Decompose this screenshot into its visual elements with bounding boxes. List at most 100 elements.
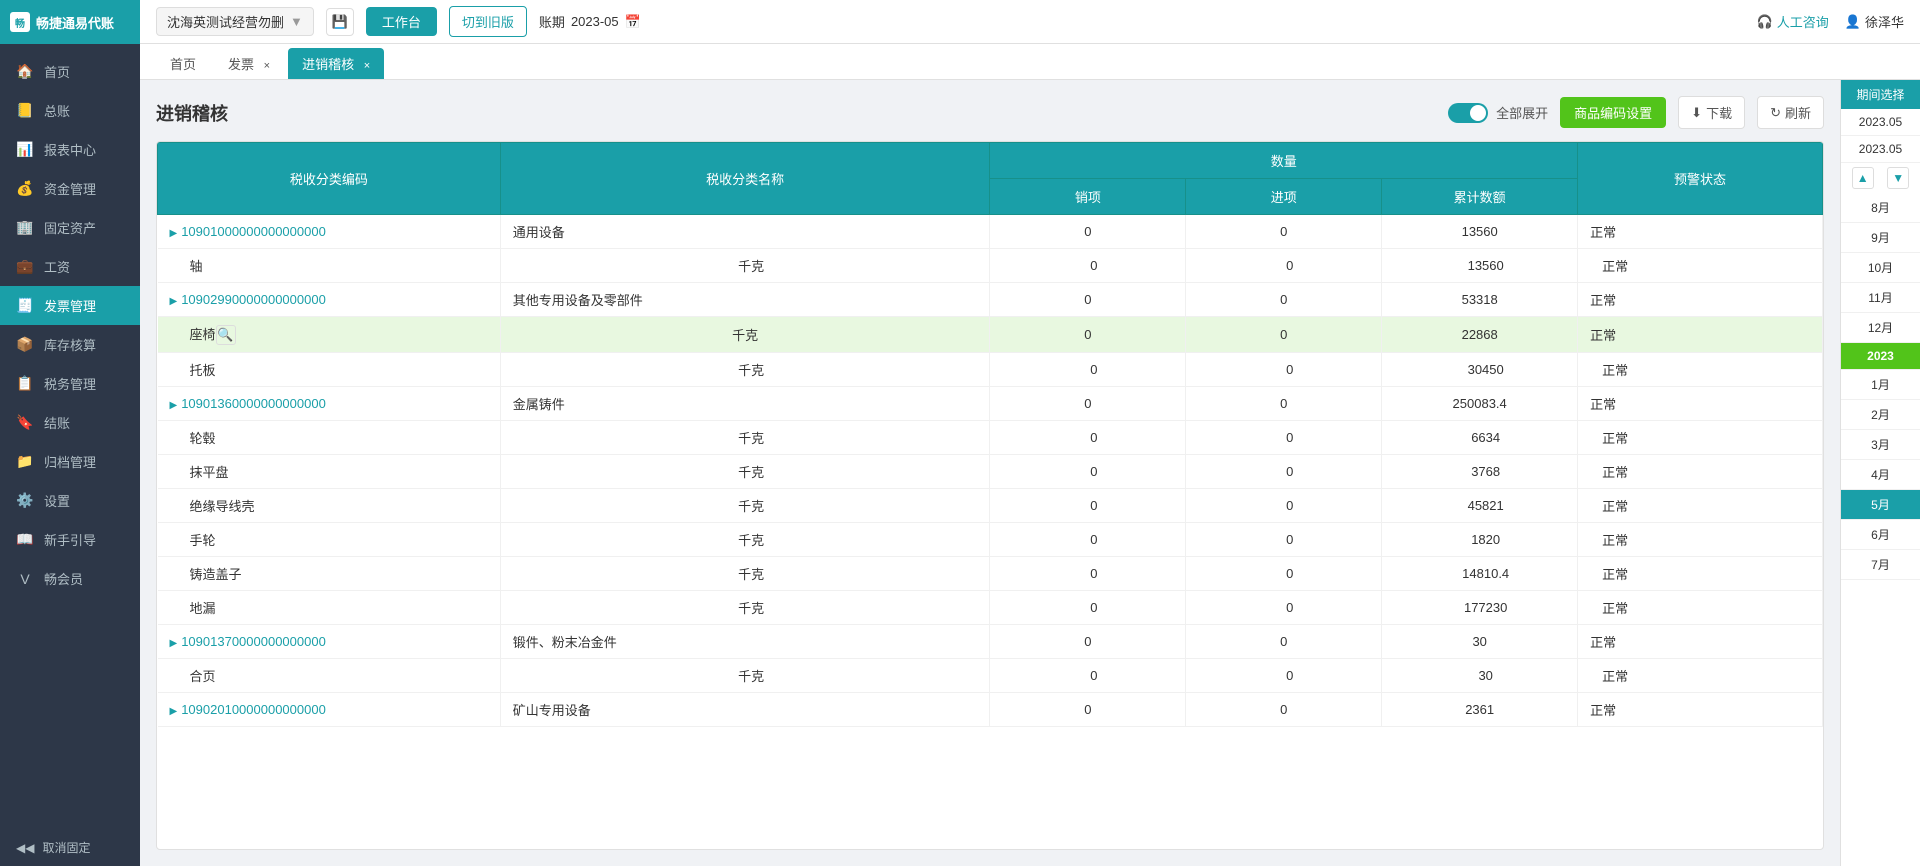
tab-reconciliation-label: 进销稽核 — [302, 57, 354, 72]
period-item-4[interactable]: 4月 — [1841, 460, 1920, 490]
period-nav: ▲ ▼ — [1841, 163, 1920, 193]
toggle-switch[interactable] — [1448, 103, 1488, 123]
sidebar-item-settle[interactable]: 🔖 结账 — [0, 403, 140, 442]
sidebar-nav: 🏠 首页 📒 总账 📊 报表中心 💰 资金管理 🏢 固定资产 💼 工资 🧾 发票… — [0, 44, 140, 829]
sidebar-item-label: 新手引导 — [44, 530, 96, 549]
row-sales: 0 — [990, 625, 1186, 659]
unpin-label: 取消固定 — [42, 839, 90, 856]
sidebar-item-capital[interactable]: 💰 资金管理 — [0, 169, 140, 208]
row-sales: 0 — [990, 489, 1186, 523]
table-row: 座椅🔍 千克 0 0 22868 正常 — [158, 317, 1823, 353]
logo-text: 畅捷通易代账 — [36, 13, 114, 32]
save-button[interactable]: 💾 — [326, 8, 354, 36]
sidebar-item-reports[interactable]: 📊 报表中心 — [0, 130, 140, 169]
sidebar-item-fixed-assets[interactable]: 🏢 固定资产 — [0, 208, 140, 247]
row-cumulative: 30 — [1382, 659, 1578, 693]
sidebar-item-guide[interactable]: 📖 新手引导 — [0, 520, 140, 559]
sidebar-item-tax[interactable]: 📋 税务管理 — [0, 364, 140, 403]
period-item-3[interactable]: 3月 — [1841, 430, 1920, 460]
period-item-year-2023[interactable]: 2023 — [1841, 343, 1920, 370]
period-item-2023-05-bot[interactable]: 2023.05 — [1841, 136, 1920, 163]
tab-reconciliation-close[interactable]: × — [364, 60, 370, 72]
company-selector[interactable]: 沈海英测试经营勿删 ▼ — [156, 7, 314, 36]
data-table-container: 税收分类编码 税收分类名称 数量 预警状态 销项 进项 累计数额 — [156, 141, 1824, 850]
save-icon: 💾 — [332, 14, 348, 30]
sidebar-item-settings[interactable]: ⚙️ 设置 — [0, 481, 140, 520]
period-item-9[interactable]: 9月 — [1841, 223, 1920, 253]
expand-icon[interactable]: ▶ — [170, 638, 178, 649]
sidebar-item-archive[interactable]: 📁 归档管理 — [0, 442, 140, 481]
period-item-11[interactable]: 11月 — [1841, 283, 1920, 313]
row-warning: 正常 — [1578, 489, 1823, 523]
product-code-btn[interactable]: 商品编码设置 — [1560, 97, 1666, 128]
period-down-btn[interactable]: ▼ — [1887, 167, 1909, 189]
tab-home[interactable]: 首页 — [156, 48, 210, 79]
period-label: 账期 — [539, 12, 565, 31]
row-unit: 千克 — [500, 523, 990, 557]
expand-icon[interactable]: ▶ — [170, 400, 178, 411]
period-item-2[interactable]: 2月 — [1841, 400, 1920, 430]
period-item-12[interactable]: 12月 — [1841, 313, 1920, 343]
download-btn[interactable]: ⬇ 下载 — [1678, 96, 1745, 129]
period-item-1[interactable]: 1月 — [1841, 370, 1920, 400]
row-cumulative: 45821 — [1382, 489, 1578, 523]
period-panel-header[interactable]: 期间选择 — [1841, 80, 1920, 109]
sidebar-item-vip[interactable]: V 畅会员 — [0, 559, 140, 598]
row-purchase: 0 — [1186, 659, 1382, 693]
row-purchase: 0 — [1186, 455, 1382, 489]
row-code: ▶10902010000000000000 — [158, 693, 501, 727]
refresh-btn[interactable]: ↻ 刷新 — [1757, 96, 1824, 129]
sidebar-item-label: 结账 — [44, 413, 70, 432]
th-quantity: 数量 — [990, 143, 1578, 179]
sidebar-unpin[interactable]: ◀◀ 取消固定 — [0, 829, 140, 866]
row-code: ▶10902990000000000000 — [158, 283, 501, 317]
period-item-8[interactable]: 8月 — [1841, 193, 1920, 223]
unpin-icon: ◀◀ — [16, 841, 34, 855]
tab-invoice-label: 发票 — [228, 57, 254, 72]
fixed-assets-icon: 🏢 — [16, 219, 34, 236]
period-item-5[interactable]: 5月 — [1841, 490, 1920, 520]
th-sales-out: 销项 — [990, 179, 1186, 215]
switch-old-button[interactable]: 切到旧版 — [449, 6, 527, 37]
period-item-10[interactable]: 10月 — [1841, 253, 1920, 283]
row-unit: 千克 — [500, 659, 990, 693]
row-code: ▶10901000000000000000 — [158, 215, 501, 249]
tab-invoice[interactable]: 发票 × — [214, 48, 284, 79]
expand-icon[interactable]: ▶ — [170, 706, 178, 717]
help-button[interactable]: 🎧 人工咨询 — [1757, 12, 1829, 31]
toggle-expand-all[interactable]: 全部展开 — [1448, 103, 1548, 123]
row-purchase: 0 — [1186, 591, 1382, 625]
row-cumulative: 1820 — [1382, 523, 1578, 557]
tab-invoice-close[interactable]: × — [264, 60, 270, 72]
expand-icon[interactable]: ▶ — [170, 296, 178, 307]
calendar-icon[interactable]: 📅 — [625, 14, 641, 30]
period-up-btn[interactable]: ▲ — [1852, 167, 1874, 189]
period-item-6[interactable]: 6月 — [1841, 520, 1920, 550]
row-code: 轴 — [158, 249, 501, 283]
sidebar-item-label: 首页 — [44, 62, 70, 81]
sidebar-item-ledger[interactable]: 📒 总账 — [0, 91, 140, 130]
row-sales: 0 — [990, 523, 1186, 557]
row-purchase: 0 — [1186, 625, 1382, 659]
expand-icon[interactable]: ▶ — [170, 228, 178, 239]
row-warning: 正常 — [1578, 215, 1823, 249]
row-code: 轮毂 — [158, 421, 501, 455]
period-panel: 期间选择 2023.05 2023.05 ▲ ▼ 8月 9月 10月 11月 1… — [1840, 80, 1920, 866]
archive-icon: 📁 — [16, 453, 34, 470]
period-display: 账期 2023-05 📅 — [539, 12, 641, 31]
row-warning: 正常 — [1578, 317, 1823, 353]
user-menu[interactable]: 👤 徐泽华 — [1845, 12, 1904, 31]
sidebar-item-salary[interactable]: 💼 工资 — [0, 247, 140, 286]
period-item-2023-05-top[interactable]: 2023.05 — [1841, 109, 1920, 136]
sidebar-item-invoice[interactable]: 🧾 发票管理 — [0, 286, 140, 325]
refresh-icon: ↻ — [1770, 105, 1781, 121]
th-cumulative: 累计数额 — [1382, 179, 1578, 215]
search-icon[interactable]: 🔍 — [216, 325, 236, 345]
row-sales: 0 — [990, 249, 1186, 283]
period-item-7[interactable]: 7月 — [1841, 550, 1920, 580]
tab-reconciliation[interactable]: 进销稽核 × — [288, 48, 384, 79]
row-unit: 千克 — [500, 455, 990, 489]
sidebar-item-home[interactable]: 🏠 首页 — [0, 52, 140, 91]
sidebar-item-inventory[interactable]: 📦 库存核算 — [0, 325, 140, 364]
workbench-button[interactable]: 工作台 — [366, 7, 437, 36]
